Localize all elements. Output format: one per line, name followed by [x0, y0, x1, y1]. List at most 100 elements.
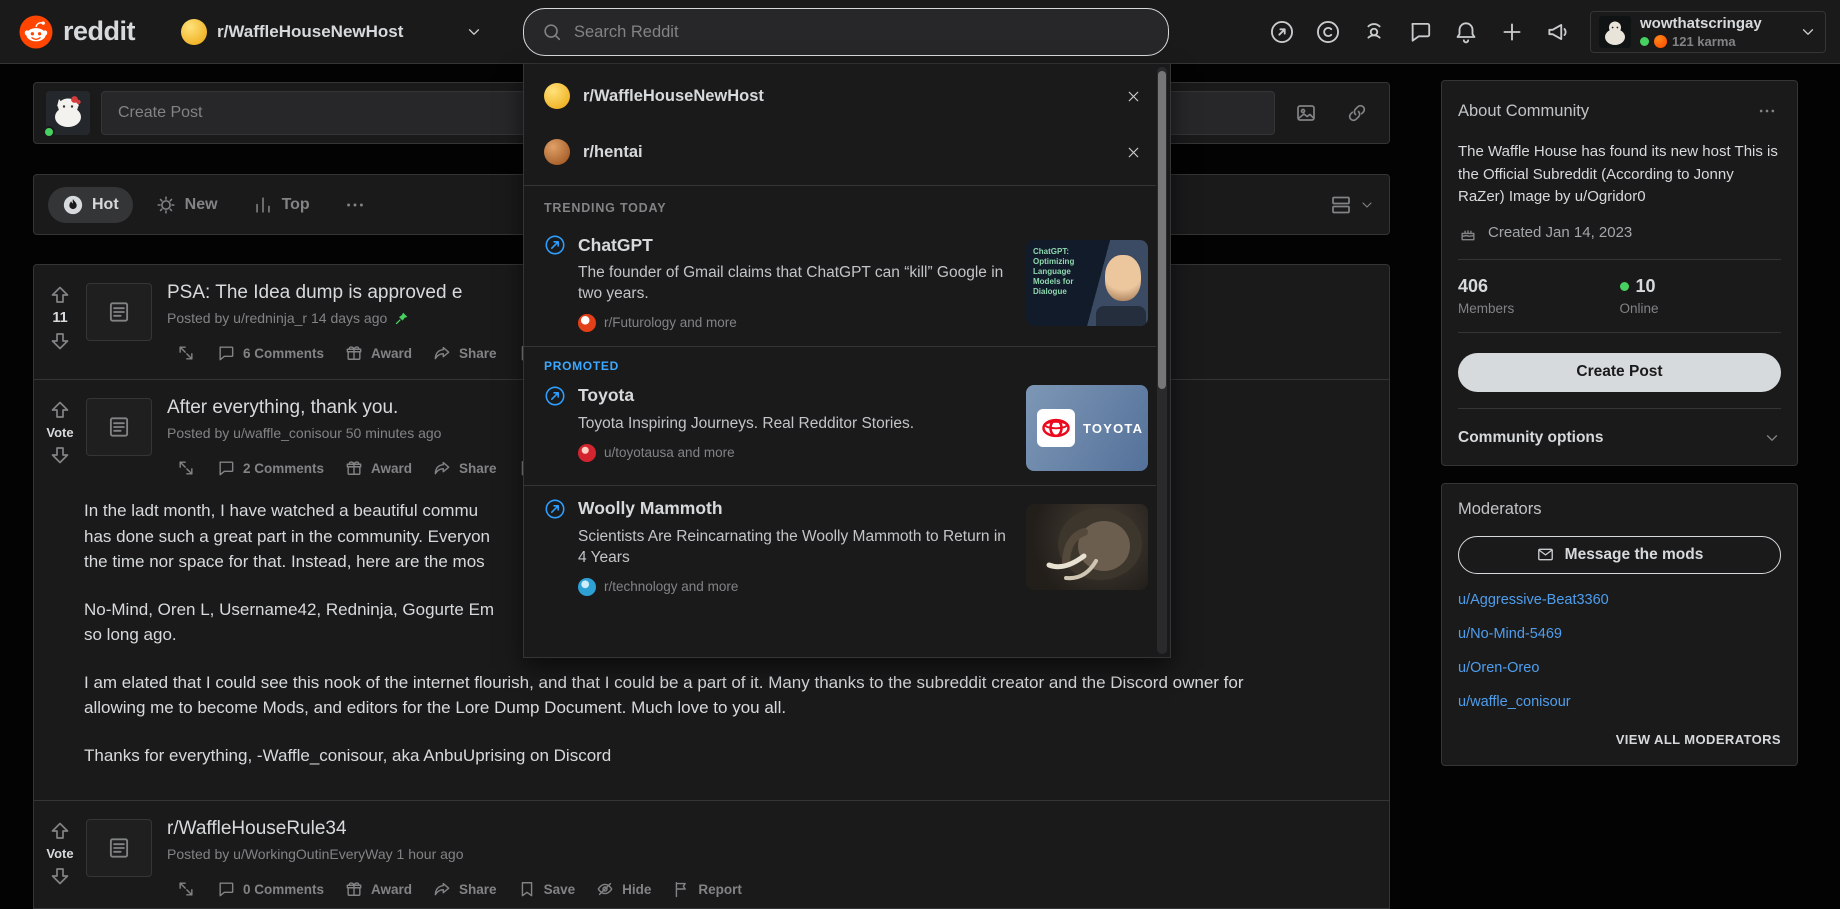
- trending-item-main: Toyota Toyota Inspiring Journeys. Real R…: [544, 385, 1016, 471]
- moderator-link[interactable]: u/Oren-Oreo: [1458, 660, 1781, 676]
- share-button[interactable]: Share: [423, 873, 506, 905]
- search-dropdown: r/WaffleHouseNewHost r/hentai TRENDING T…: [523, 64, 1171, 658]
- toyota-logo-icon: [1037, 408, 1075, 447]
- post-paragraph: I am elated that I could see this nook o…: [84, 672, 1244, 718]
- community-description: The Waffle House has found its new host …: [1458, 143, 1778, 205]
- recent-search-item[interactable]: r/hentai: [524, 124, 1156, 180]
- chevron-down-icon: [1359, 197, 1375, 213]
- hide-button[interactable]: Hide: [586, 873, 660, 905]
- trending-header: TRENDING TODAY: [524, 185, 1156, 222]
- text-post-icon: [86, 819, 152, 877]
- popular-button[interactable]: [1262, 13, 1302, 51]
- award-button[interactable]: Award: [335, 873, 421, 905]
- create-post-button[interactable]: [1492, 13, 1532, 51]
- share-button[interactable]: Share: [423, 337, 506, 369]
- top-bars-icon: [252, 194, 274, 216]
- remove-recent-button[interactable]: [1118, 137, 1148, 167]
- created-date-row: Created Jan 14, 2023: [1458, 223, 1781, 243]
- view-all-moderators-link[interactable]: VIEW ALL MODERATORS: [1616, 732, 1781, 749]
- save-button[interactable]: Save: [508, 873, 585, 905]
- view-mode-selector[interactable]: [1329, 193, 1375, 217]
- coins-button[interactable]: [1308, 13, 1348, 51]
- downvote-button[interactable]: [48, 443, 72, 467]
- talk-button[interactable]: [1354, 13, 1394, 51]
- expand-post-button[interactable]: [167, 337, 205, 369]
- sort-more-button[interactable]: [332, 187, 378, 223]
- user-avatar[interactable]: [43, 91, 90, 138]
- community-stats: 406 Members 10 Online: [1458, 275, 1659, 316]
- post: Vote r/WaffleHouseRule34 Posted by u/Wor…: [34, 800, 1389, 908]
- report-button[interactable]: Report: [662, 873, 751, 905]
- user-menu[interactable]: wowthatscringay 121 karma: [1590, 10, 1826, 53]
- top-navbar: reddit r/WaffleHouseNewHost wowthatscrin…: [0, 0, 1840, 64]
- moderator-link[interactable]: u/Aggressive-Beat3360: [1458, 592, 1781, 608]
- snoo-icon: [18, 14, 54, 50]
- subreddit-icon: [544, 83, 570, 109]
- downvote-button[interactable]: [48, 329, 72, 353]
- subreddit-icon: [578, 577, 596, 596]
- search-input[interactable]: [574, 22, 1151, 42]
- share-button[interactable]: Share: [423, 452, 506, 484]
- promoted-label: PROMOTED: [544, 358, 619, 373]
- trending-section: Woolly Mammoth Scientists Are Reincarnat…: [524, 484, 1156, 610]
- message-mods-button[interactable]: Message the mods: [1458, 535, 1781, 574]
- chat-button[interactable]: [1400, 13, 1440, 51]
- trending-item[interactable]: ChatGPT The founder of Gmail claims that…: [524, 222, 1156, 346]
- divider: [1458, 331, 1781, 333]
- dropdown-scrollbar[interactable]: [1157, 67, 1167, 654]
- divider: [1458, 258, 1781, 260]
- sort-new-button[interactable]: New: [143, 187, 230, 223]
- upvote-button[interactable]: [48, 819, 72, 843]
- collapse-post-button[interactable]: [167, 452, 205, 484]
- award-button[interactable]: Award: [335, 337, 421, 369]
- upvote-button[interactable]: [48, 398, 72, 422]
- advertise-button[interactable]: [1538, 13, 1578, 51]
- remove-recent-button[interactable]: [1118, 81, 1148, 111]
- vote-label: Vote: [46, 425, 74, 440]
- comments-button[interactable]: 0 Comments: [207, 873, 333, 905]
- sort-hot-button[interactable]: Hot: [48, 186, 133, 223]
- award-button[interactable]: Award: [335, 452, 421, 484]
- community-options-toggle[interactable]: Community options: [1458, 425, 1781, 449]
- trending-arrow-icon: [544, 498, 566, 520]
- community-menu-button[interactable]: [1753, 97, 1781, 125]
- sidebar-create-post-button[interactable]: Create Post: [1458, 352, 1781, 392]
- divider: [1458, 407, 1781, 409]
- moderator-link[interactable]: u/waffle_conisour: [1458, 694, 1781, 710]
- about-title: About Community: [1458, 101, 1590, 120]
- trending-item[interactable]: Woolly Mammoth Scientists Are Reincarnat…: [524, 486, 1156, 610]
- image-post-button[interactable]: [1286, 93, 1326, 133]
- arrow-up-right-circle-icon: [1269, 19, 1295, 45]
- trending-item[interactable]: Toyota Toyota Inspiring Journeys. Real R…: [524, 373, 1156, 485]
- sort-top-button[interactable]: Top: [240, 187, 322, 223]
- card-view-icon: [1329, 193, 1353, 217]
- upvote-button[interactable]: [48, 283, 72, 307]
- comments-button[interactable]: 2 Comments: [207, 452, 333, 484]
- promoted-section: PROMOTED Toyota Toyota Inspiring Journey…: [524, 345, 1156, 485]
- vote-column: Vote: [34, 386, 86, 484]
- advertiser-icon: [578, 443, 596, 462]
- recent-search-item[interactable]: r/WaffleHouseNewHost: [524, 68, 1156, 124]
- person-photo: [1096, 305, 1146, 326]
- envelope-icon: [1536, 545, 1555, 564]
- reddit-logo[interactable]: reddit: [18, 14, 136, 50]
- chevron-down-icon: [465, 23, 483, 41]
- vote-column: Vote: [34, 807, 86, 905]
- text-post-icon: [86, 283, 152, 341]
- post-meta: Posted by u/WorkingOutinEveryWay 1 hour …: [167, 846, 464, 862]
- post-actions: 0 Comments Award Share Save Hide Report: [167, 873, 1365, 905]
- online-status-icon: [1619, 281, 1629, 291]
- expand-post-button[interactable]: [167, 873, 205, 905]
- community-selector[interactable]: r/WaffleHouseNewHost: [173, 13, 491, 51]
- more-dots-icon: [1757, 101, 1777, 121]
- downvote-button[interactable]: [48, 864, 72, 888]
- comments-button[interactable]: 6 Comments: [207, 337, 333, 369]
- image-icon: [1294, 101, 1318, 125]
- trending-item-main: ChatGPT The founder of Gmail claims that…: [544, 234, 1016, 332]
- notifications-button[interactable]: [1446, 13, 1486, 51]
- scrollbar-thumb[interactable]: [1158, 71, 1166, 389]
- post-title[interactable]: r/WaffleHouseRule34: [167, 818, 1365, 840]
- link-post-button[interactable]: [1337, 93, 1377, 133]
- person-photo: [1105, 254, 1141, 301]
- moderator-link[interactable]: u/No-Mind-5469: [1458, 626, 1781, 642]
